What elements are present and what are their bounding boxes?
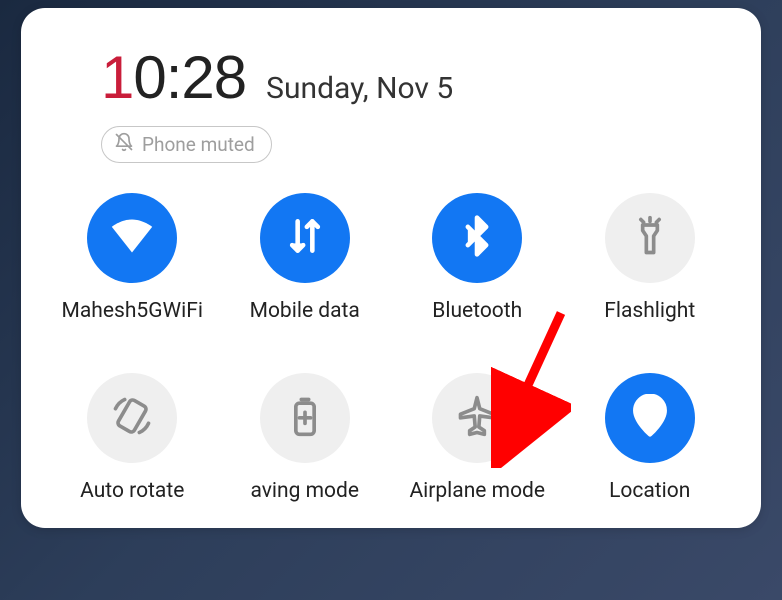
status-row: Phone muted [51, 126, 731, 163]
tile-bluetooth-circle [432, 193, 522, 283]
tile-location-label: Location [609, 479, 690, 503]
tile-wifi-circle [87, 193, 177, 283]
bell-off-icon [114, 132, 134, 157]
tile-flashlight-label: Flashlight [604, 299, 695, 323]
airplane-icon [455, 394, 499, 442]
tile-wifi[interactable]: Mahesh5GWiFi [51, 193, 214, 323]
tile-flashlight[interactable]: Flashlight [569, 193, 732, 323]
tile-bluetooth-label: Bluetooth [432, 299, 522, 323]
wifi-icon [110, 214, 154, 262]
tile-autorotate-circle [87, 373, 177, 463]
tile-mobiledata[interactable]: Mobile data [224, 193, 387, 323]
clock-rest: 0:28 [133, 44, 246, 111]
phone-muted-label: Phone muted [142, 133, 255, 156]
bluetooth-icon [455, 214, 499, 262]
tile-flashlight-circle [605, 193, 695, 283]
tile-mobiledata-circle [260, 193, 350, 283]
tile-autorotate[interactable]: Auto rotate [51, 373, 214, 503]
tile-mobiledata-label: Mobile data [250, 299, 360, 323]
tile-location[interactable]: Location [569, 373, 732, 503]
tile-autorotate-label: Auto rotate [80, 479, 184, 503]
tile-airplane-circle [432, 373, 522, 463]
clock-date: Sunday, Nov 5 [266, 71, 453, 106]
tile-savingmode-circle [260, 373, 350, 463]
quick-settings-panel: 10:28 Sunday, Nov 5 Phone muted Mahesh5G… [21, 8, 761, 528]
header: 10:28 Sunday, Nov 5 [51, 43, 731, 112]
phone-muted-chip[interactable]: Phone muted [101, 126, 272, 163]
clock-first-digit: 1 [101, 44, 133, 111]
toggle-grid: Mahesh5GWiFi Mobile data [51, 193, 731, 503]
battery-plus-icon [283, 394, 327, 442]
tile-airplane-label: Airplane mode [409, 479, 545, 503]
clock-time: 10:28 [101, 43, 246, 112]
tile-airplane[interactable]: Airplane mode [396, 373, 559, 503]
tile-wifi-label: Mahesh5GWiFi [62, 299, 203, 323]
location-pin-icon [628, 394, 672, 442]
tile-location-circle [605, 373, 695, 463]
tile-bluetooth[interactable]: Bluetooth [396, 193, 559, 323]
tile-savingmode[interactable]: aving mode [224, 373, 387, 503]
data-arrows-icon [283, 214, 327, 262]
flashlight-icon [628, 214, 672, 262]
tile-savingmode-label: aving mode [250, 479, 359, 503]
rotate-icon [110, 394, 154, 442]
